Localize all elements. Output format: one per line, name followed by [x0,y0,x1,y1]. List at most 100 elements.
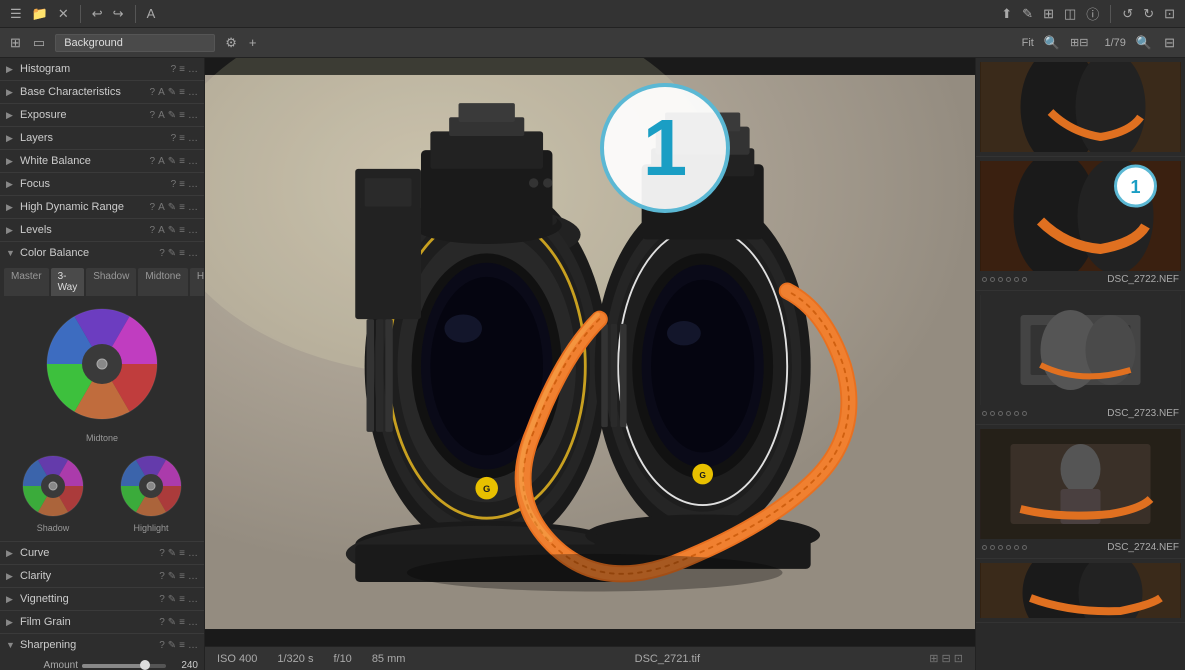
close-icon[interactable]: ✕ [56,4,71,24]
more-icon[interactable]: … [188,87,198,98]
compare-icon[interactable]: ◫ [1062,4,1078,24]
zoom-icon[interactable]: 🔍 [1042,33,1062,53]
amount-track[interactable] [82,664,166,668]
filmstrip-item-top[interactable] [976,58,1185,157]
add-icon[interactable]: + [247,33,259,52]
menu-icon[interactable]: ≡ [179,548,185,559]
more-icon[interactable]: … [188,64,198,75]
menu-icon[interactable]: ≡ [179,640,185,651]
more-icon[interactable]: … [188,225,198,236]
grid-view-icon[interactable]: ⊞ [8,33,23,53]
help-icon[interactable]: ? [159,248,165,259]
edit-icon[interactable]: ✎ [168,156,176,167]
base-characteristics-header[interactable]: ▶ Base Characteristics ? A ✎ ≡ … [0,81,204,103]
edit-icon[interactable]: ✎ [168,110,176,121]
edit-icon[interactable]: ✎ [168,617,176,628]
edit-icon[interactable]: ✎ [168,202,176,213]
tab-master[interactable]: Master [4,268,49,296]
open-icon[interactable]: 📁 [30,4,50,24]
more-icon[interactable]: … [188,640,198,651]
help-icon[interactable]: ? [159,640,165,651]
edit-icon[interactable]: ✎ [1020,4,1035,24]
white-balance-header[interactable]: ▶ White Balance ? A ✎ ≡ … [0,150,204,172]
text-icon[interactable]: A [145,4,158,23]
help-icon[interactable]: ? [171,133,177,144]
help-icon[interactable]: ? [150,156,156,167]
tab-shadow[interactable]: Shadow [86,268,136,296]
layer-name-input[interactable] [55,34,215,52]
more-icon[interactable]: … [188,133,198,144]
tab-3way[interactable]: 3-Way [51,268,85,296]
auto-icon[interactable]: A [158,225,165,236]
new-icon[interactable]: ☰ [8,4,24,24]
tab-midtone[interactable]: Midtone [138,268,188,296]
help-icon[interactable]: ? [150,202,156,213]
filter-icon[interactable]: ⊟ [1162,33,1177,53]
menu-icon[interactable]: ≡ [179,248,185,259]
color-balance-header[interactable]: ▼ Color Balance ? ✎ ≡ … [0,242,204,264]
settings-icon[interactable]: ⚙ [223,33,239,53]
menu-icon[interactable]: ≡ [179,225,185,236]
more-icon[interactable]: … [188,617,198,628]
more-icon[interactable]: … [188,248,198,259]
curve-header[interactable]: ▶ Curve ? ✎ ≡ … [0,542,204,564]
undo-icon[interactable]: ↩ [90,4,105,24]
auto-icon[interactable]: A [158,156,165,167]
shadow-wheel[interactable] [19,452,87,520]
menu-icon[interactable]: ≡ [179,594,185,605]
menu-icon[interactable]: ≡ [179,571,185,582]
edit-icon[interactable]: ✎ [168,87,176,98]
search-icon[interactable]: 🔍 [1134,33,1154,53]
more-icon[interactable]: … [188,571,198,582]
rotate-left-icon[interactable]: ↺ [1120,4,1135,24]
export-icon[interactable]: ⬆ [999,4,1014,24]
edit-icon[interactable]: ✎ [168,571,176,582]
amount-thumb[interactable] [140,660,150,670]
sharpening-header[interactable]: ▼ Sharpening ? ✎ ≡ … [0,634,204,656]
exposure-header[interactable]: ▶ Exposure ? A ✎ ≡ … [0,104,204,126]
midtone-wheel[interactable] [42,304,162,424]
filmstrip-item-2723[interactable]: DSC_2723.NEF [976,291,1185,425]
grid-icon[interactable]: ⊞ [1041,4,1056,24]
help-icon[interactable]: ? [150,110,156,121]
clarity-header[interactable]: ▶ Clarity ? ✎ ≡ … [0,565,204,587]
film-grain-header[interactable]: ▶ Film Grain ? ✎ ≡ … [0,611,204,633]
menu-icon[interactable]: ≡ [179,617,185,628]
menu-icon[interactable]: ≡ [179,64,185,75]
edit-icon[interactable]: ✎ [168,594,176,605]
menu-icon[interactable]: ≡ [179,133,185,144]
more-icon[interactable]: … [188,202,198,213]
help-icon[interactable]: ? [159,571,165,582]
help-icon[interactable]: ? [150,225,156,236]
edit-icon[interactable]: ✎ [168,640,176,651]
vignetting-header[interactable]: ▶ Vignetting ? ✎ ≡ … [0,588,204,610]
menu-icon[interactable]: ≡ [179,156,185,167]
hdr-header[interactable]: ▶ High Dynamic Range ? A ✎ ≡ … [0,196,204,218]
filmstrip-item-2722[interactable]: 1 DSC_2722.NEF [976,157,1185,291]
menu-icon[interactable]: ≡ [179,202,185,213]
edit-icon[interactable]: ✎ [168,248,176,259]
redo-icon[interactable]: ↪ [111,4,126,24]
edit-icon[interactable]: ✎ [168,548,176,559]
menu-icon[interactable]: ≡ [179,110,185,121]
more-icon[interactable]: … [188,548,198,559]
help-icon[interactable]: ? [171,64,177,75]
rotate-right-icon[interactable]: ↻ [1141,4,1156,24]
help-icon[interactable]: ? [171,179,177,190]
auto-icon[interactable]: A [158,87,165,98]
levels-header[interactable]: ▶ Levels ? A ✎ ≡ … [0,219,204,241]
help-icon[interactable]: ? [159,594,165,605]
info-icon[interactable]: ⓘ [1084,2,1101,25]
edit-icon[interactable]: ✎ [168,225,176,236]
single-view-icon[interactable]: ▭ [31,33,47,53]
auto-icon[interactable]: A [158,110,165,121]
menu-icon[interactable]: ≡ [179,179,185,190]
menu-icon[interactable]: ≡ [179,87,185,98]
more-icon[interactable]: … [188,179,198,190]
crop-icon[interactable]: ⊡ [1162,4,1177,24]
highlight-wheel[interactable] [117,452,185,520]
layers-header[interactable]: ▶ Layers ? ≡ … [0,127,204,149]
more-icon[interactable]: … [188,156,198,167]
focus-header[interactable]: ▶ Focus ? ≡ … [0,173,204,195]
more-icon[interactable]: … [188,110,198,121]
